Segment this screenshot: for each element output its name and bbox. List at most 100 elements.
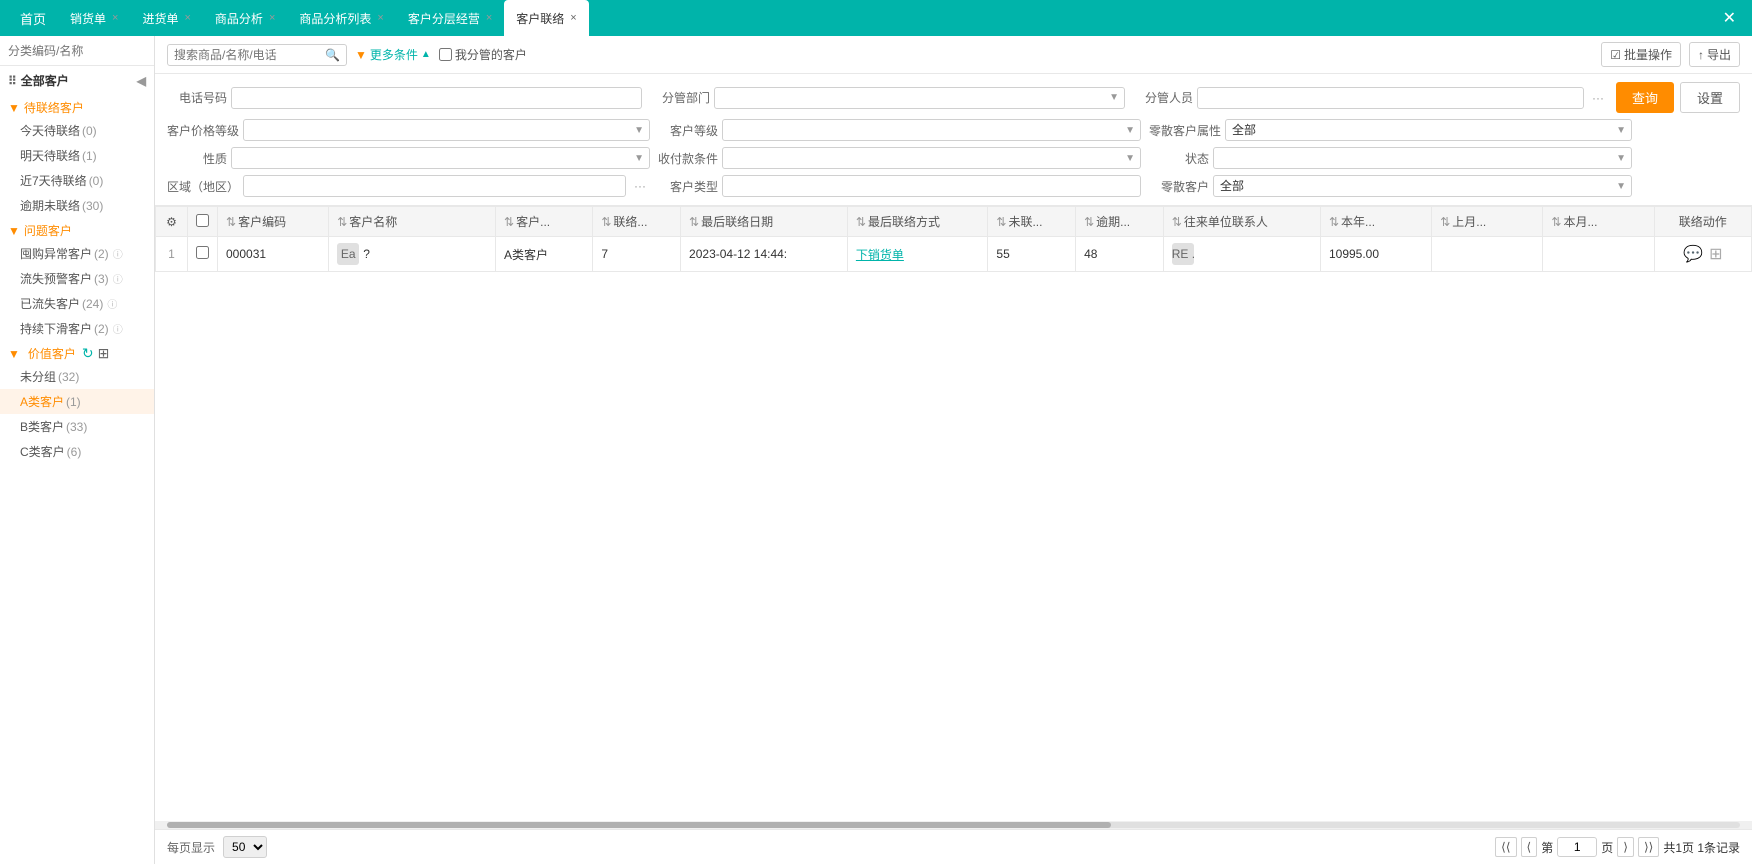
sidebar-item-unclassified[interactable]: 未分组(32) — [0, 364, 154, 389]
sidebar-item-overdue[interactable]: 逾期未联络(30) — [0, 193, 154, 218]
settings-button[interactable]: 设置 — [1680, 82, 1740, 113]
nav-tab-customer-contact[interactable]: 客户联络 × — [504, 0, 588, 36]
adv-phone-input[interactable] — [231, 87, 642, 109]
sidebar-search-bar: 🔍 — [0, 36, 154, 66]
adv-region-input[interactable] — [243, 175, 626, 197]
sidebar-item-7days[interactable]: 近7天待联络(0) — [0, 168, 154, 193]
adv-payment-select[interactable] — [722, 147, 1141, 169]
nav-tab-customer-mgmt[interactable]: 客户分层经营 × — [396, 0, 504, 36]
th-unlinkdays[interactable]: ⇅未联... — [988, 207, 1076, 237]
filter-search-icon[interactable]: 🔍 — [325, 48, 340, 62]
adv-retail-cust-select[interactable]: 全部 — [1213, 175, 1632, 197]
th-code[interactable]: ⇅客户编码 — [218, 207, 329, 237]
nav-tab-home[interactable]: 首页 — [8, 9, 58, 28]
adv-payment-label: 收付款条件 — [658, 150, 718, 167]
adv-region-ellipsis[interactable]: ··· — [630, 179, 650, 193]
total-records-label: 共1页 1条记录 — [1663, 839, 1740, 856]
th-class[interactable]: ⇅客户... — [496, 207, 593, 237]
adv-person-input[interactable] — [1197, 87, 1584, 109]
scrollbar-track[interactable] — [167, 822, 1740, 828]
nav-tab-analysis[interactable]: 商品分析 × — [203, 0, 287, 36]
th-thisyr[interactable]: ⇅本年... — [1320, 207, 1431, 237]
funnel-icon: ▼ — [355, 48, 367, 62]
th-overdue[interactable]: ⇅逾期... — [1076, 207, 1164, 237]
group-manage-icon[interactable]: ⊞ — [98, 345, 110, 362]
filter-search-input[interactable] — [174, 48, 325, 62]
page-input[interactable] — [1557, 837, 1597, 857]
per-page-select[interactable]: 50 — [223, 836, 267, 858]
sidebar-group-waiting[interactable]: ▼ 待联络客户 — [0, 95, 154, 118]
th-lastmon[interactable]: ⇅上月... — [1432, 207, 1543, 237]
customer-table: ⚙ ⇅客户编码 ⇅客户名称 ⇅客户... ⇅联络... ⇅最后联络日期 ⇅最后联… — [155, 206, 1752, 272]
th-contact[interactable]: ⇅联络... — [593, 207, 681, 237]
adv-payment-wrap: ▼ — [722, 147, 1141, 169]
batch-ops-button[interactable]: ☑ 批量操作 — [1601, 42, 1681, 67]
adv-status-select[interactable] — [1213, 147, 1632, 169]
window-close-button[interactable]: ✕ — [1715, 8, 1744, 28]
adv-price-level-select[interactable] — [243, 119, 650, 141]
sidebar-item-today[interactable]: 今天待联络(0) — [0, 118, 154, 143]
cell-lastmon — [1432, 237, 1543, 272]
sidebar-item-tomorrow[interactable]: 明天待联络(1) — [0, 143, 154, 168]
nav-tab-analysis-list[interactable]: 商品分析列表 × — [287, 0, 395, 36]
my-customers-checkbox-wrap[interactable]: 我分管的客户 — [439, 46, 527, 63]
row-checkbox-1[interactable] — [196, 246, 209, 259]
sidebar-item-churned[interactable]: 已流失客户(24)ⓘ — [0, 291, 154, 316]
adv-retail-attr-select[interactable]: 全部 — [1225, 119, 1632, 141]
sidebar-item-c-class[interactable]: C类客户(6) — [0, 439, 154, 464]
page-first-button[interactable]: ⟨⟨ — [1495, 837, 1516, 857]
lastmethod-link[interactable]: 下销货单 — [856, 248, 904, 262]
action-icon-more[interactable]: ⊞ — [1709, 244, 1722, 264]
page-next-button[interactable]: ⟩ — [1617, 837, 1634, 857]
nav-tab-analysis-list-close[interactable]: × — [377, 12, 383, 24]
adv-dept-select-wrap: ▼ — [714, 87, 1125, 109]
horizontal-scrollbar[interactable] — [155, 821, 1752, 829]
my-customers-checkbox[interactable] — [439, 48, 452, 61]
sort-icon-thismon: ⇅ — [1551, 215, 1561, 229]
th-lastmethod[interactable]: ⇅最后联络方式 — [847, 207, 988, 237]
group-arrow-waiting: ▼ — [8, 101, 20, 115]
sidebar-item-a-class[interactable]: A类客户(1) — [0, 389, 154, 414]
adv-cust-level-select[interactable] — [722, 119, 1141, 141]
th-settings[interactable]: ⚙ — [156, 207, 188, 237]
action-icons-group: 💬 ⊞ — [1663, 244, 1743, 264]
th-company[interactable]: ⇅往来单位联系人 — [1163, 207, 1320, 237]
filter-more-conditions[interactable]: ▼ 更多条件 ▲ — [355, 46, 431, 63]
adv-nature-label: 性质 — [167, 150, 227, 167]
page-last-button[interactable]: ⟩⟩ — [1638, 837, 1659, 857]
adv-dept-select[interactable] — [714, 87, 1125, 109]
nav-tab-customer-mgmt-close[interactable]: × — [486, 12, 492, 24]
adv-cust-type-input[interactable] — [722, 175, 1141, 197]
cell-lastmethod[interactable]: 下销货单 — [847, 237, 988, 272]
export-button[interactable]: ↑ 导出 — [1689, 42, 1740, 67]
sidebar-group-value[interactable]: ▼ 价值客户 ↻ ⊞ — [0, 341, 154, 364]
cell-contact: 7 — [593, 237, 681, 272]
sidebar-item-churn-warning[interactable]: 流失预警客户(3)ⓘ — [0, 266, 154, 291]
sidebar-item-declining[interactable]: 持续下滑客户(2)ⓘ — [0, 316, 154, 341]
th-thismon[interactable]: ⇅本月... — [1543, 207, 1654, 237]
nav-tab-purchase[interactable]: 进货单 × — [130, 0, 202, 36]
adv-person-ellipsis[interactable]: ··· — [1588, 91, 1608, 105]
sidebar-group-problem[interactable]: ▼ 问题客户 — [0, 218, 154, 241]
sidebar-item-b-class[interactable]: B类客户(33) — [0, 414, 154, 439]
page-prev-button[interactable]: ⟨ — [1521, 837, 1538, 857]
action-icon-chat[interactable]: 💬 — [1683, 244, 1703, 264]
select-all-checkbox[interactable] — [196, 214, 209, 227]
scrollbar-thumb[interactable] — [167, 822, 1111, 828]
sidebar-all-customers[interactable]: ⠿ 全部客户 ◀ — [0, 66, 154, 95]
nav-tab-purchase-close[interactable]: × — [184, 12, 190, 24]
nav-tab-sales[interactable]: 销货单 × — [58, 0, 130, 36]
sidebar-search-input[interactable] — [8, 44, 155, 58]
th-name[interactable]: ⇅客户名称 — [329, 207, 496, 237]
query-button[interactable]: 查询 — [1616, 82, 1674, 113]
nav-tab-sales-close[interactable]: × — [112, 12, 118, 24]
refresh-icon[interactable]: ↻ — [82, 345, 94, 362]
adv-nature-select[interactable] — [231, 147, 650, 169]
nav-tab-customer-contact-close[interactable]: × — [570, 12, 576, 24]
th-lastdate[interactable]: ⇅最后联络日期 — [681, 207, 848, 237]
nav-tab-analysis-close[interactable]: × — [269, 12, 275, 24]
sidebar-item-hoarding[interactable]: 囤购异常客户(2)ⓘ — [0, 241, 154, 266]
collapse-icon[interactable]: ◀ — [137, 74, 146, 88]
company-avatar-tag: RE . — [1172, 243, 1194, 265]
cell-thismon — [1543, 237, 1654, 272]
